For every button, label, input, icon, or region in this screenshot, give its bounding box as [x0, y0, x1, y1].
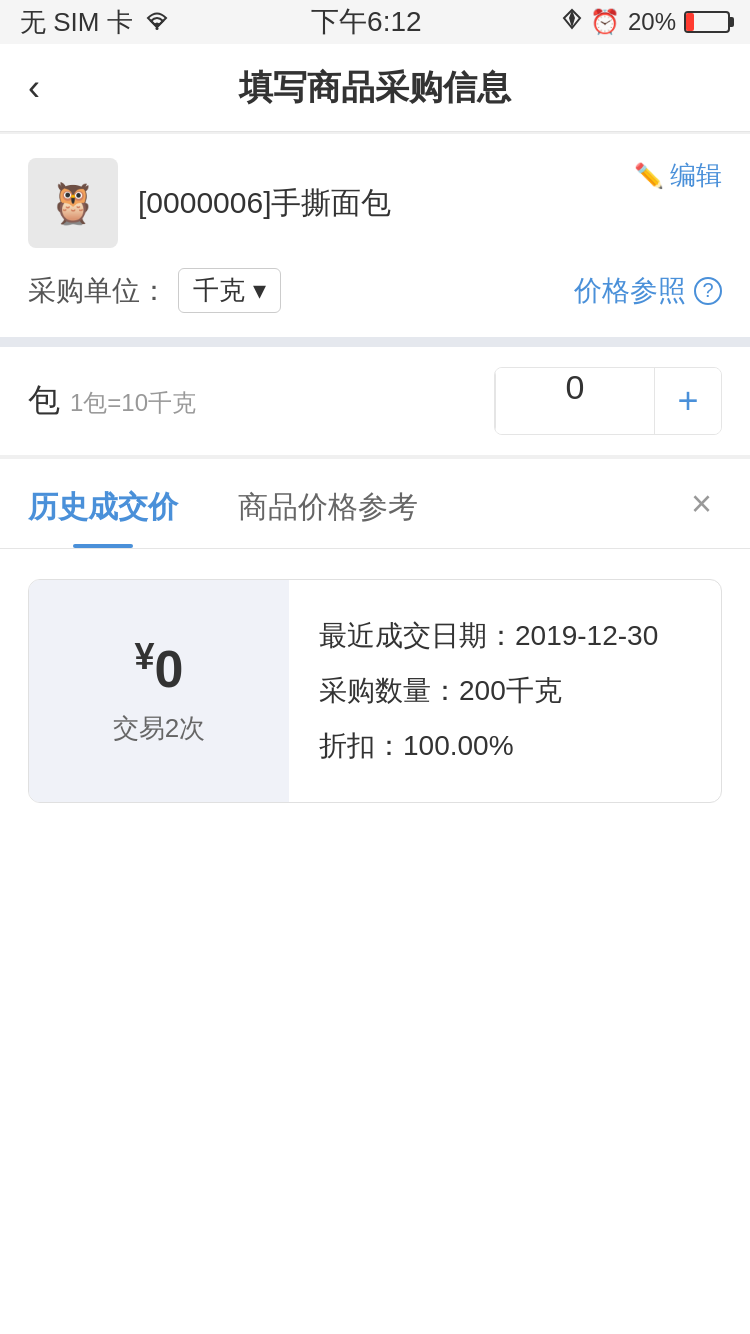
bottom-area — [0, 833, 750, 1334]
product-logo-icon: 🦉 — [48, 180, 98, 227]
battery-icon — [684, 11, 730, 33]
status-bar: 无 SIM 卡 下午6:12 ⏰ 20% — [0, 0, 750, 44]
discount-row: 折扣：100.00% — [319, 726, 691, 765]
product-name: [0000006]手撕面包 — [138, 183, 391, 224]
quantity-input-group: 0 + — [494, 367, 722, 435]
edit-label: 编辑 — [670, 158, 722, 193]
status-left: 无 SIM 卡 — [20, 5, 171, 40]
card-left: ¥0 交易2次 — [29, 580, 289, 802]
history-price: ¥0 — [135, 636, 184, 699]
quantity-section: 包 1包=10千克 0 + — [0, 347, 750, 455]
dropdown-arrow-icon: ▾ — [253, 275, 266, 306]
product-left: 🦉 [0000006]手撕面包 — [28, 158, 391, 248]
tab-price-reference[interactable]: 商品价格参考 — [238, 459, 418, 548]
trade-count: 交易2次 — [113, 711, 205, 746]
tab-history-price[interactable]: 历史成交价 — [28, 459, 178, 548]
status-right: ⏰ 20% — [562, 8, 730, 36]
tab-section: 历史成交价 商品价格参考 × ¥0 交易2次 最近成交日期：2019-12-30… — [0, 459, 750, 833]
svg-point-0 — [155, 27, 158, 30]
price-reference-button[interactable]: 价格参照 ? — [574, 272, 722, 310]
section-divider — [0, 337, 750, 347]
price-symbol: ¥ — [135, 636, 155, 677]
discount-value: 100.00% — [403, 730, 514, 761]
tab-items: 历史成交价 商品价格参考 — [28, 459, 418, 548]
recent-date-value: 2019-12-30 — [515, 620, 658, 651]
quantity-value[interactable]: 0 — [495, 368, 655, 434]
price-ref-label: 价格参照 — [574, 272, 686, 310]
increment-button[interactable]: + — [655, 368, 721, 434]
carrier-label: 无 SIM 卡 — [20, 5, 133, 40]
purchase-quantity-value: 200千克 — [459, 675, 562, 706]
tab-header: 历史成交价 商品价格参考 × — [0, 459, 750, 549]
location-icon — [562, 8, 582, 36]
quantity-unit-main: 包 — [28, 379, 60, 423]
tab-close-button[interactable]: × — [681, 473, 722, 535]
alarm-icon: ⏰ — [590, 8, 620, 36]
quantity-unit-sub: 1包=10千克 — [70, 387, 196, 419]
page-title: 填写商品采购信息 — [239, 65, 511, 111]
discount-label: 折扣： — [319, 730, 403, 761]
product-unit-row: 采购单位： 千克 ▾ 价格参照 ? — [28, 268, 722, 313]
status-time: 下午6:12 — [311, 3, 422, 41]
nav-bar: ‹ 填写商品采购信息 — [0, 44, 750, 132]
unit-value: 千克 — [193, 273, 245, 308]
battery-percentage: 20% — [628, 8, 676, 36]
quantity-label-group: 包 1包=10千克 — [28, 379, 196, 423]
card-container: ¥0 交易2次 最近成交日期：2019-12-30 采购数量：200千克 折扣：… — [0, 549, 750, 833]
help-icon: ? — [694, 277, 722, 305]
purchase-quantity-row: 采购数量：200千克 — [319, 671, 691, 710]
unit-selector-group: 采购单位： 千克 ▾ — [28, 268, 281, 313]
card-right: 最近成交日期：2019-12-30 采购数量：200千克 折扣：100.00% — [289, 580, 721, 802]
purchase-quantity-label: 采购数量： — [319, 675, 459, 706]
edit-button[interactable]: ✏️ 编辑 — [634, 158, 722, 193]
recent-date-label: 最近成交日期： — [319, 620, 515, 651]
product-section: 🦉 [0000006]手撕面包 ✏️ 编辑 采购单位： 千克 ▾ 价格参照 ? — [0, 134, 750, 337]
wifi-icon — [143, 7, 171, 38]
product-thumbnail: 🦉 — [28, 158, 118, 248]
history-card: ¥0 交易2次 最近成交日期：2019-12-30 采购数量：200千克 折扣：… — [28, 579, 722, 803]
edit-icon: ✏️ — [634, 162, 664, 190]
price-value: 0 — [155, 640, 184, 698]
unit-label: 采购单位： — [28, 272, 168, 310]
recent-date-row: 最近成交日期：2019-12-30 — [319, 616, 691, 655]
product-header: 🦉 [0000006]手撕面包 ✏️ 编辑 — [28, 158, 722, 248]
back-button[interactable]: ‹ — [28, 67, 40, 109]
unit-dropdown[interactable]: 千克 ▾ — [178, 268, 281, 313]
